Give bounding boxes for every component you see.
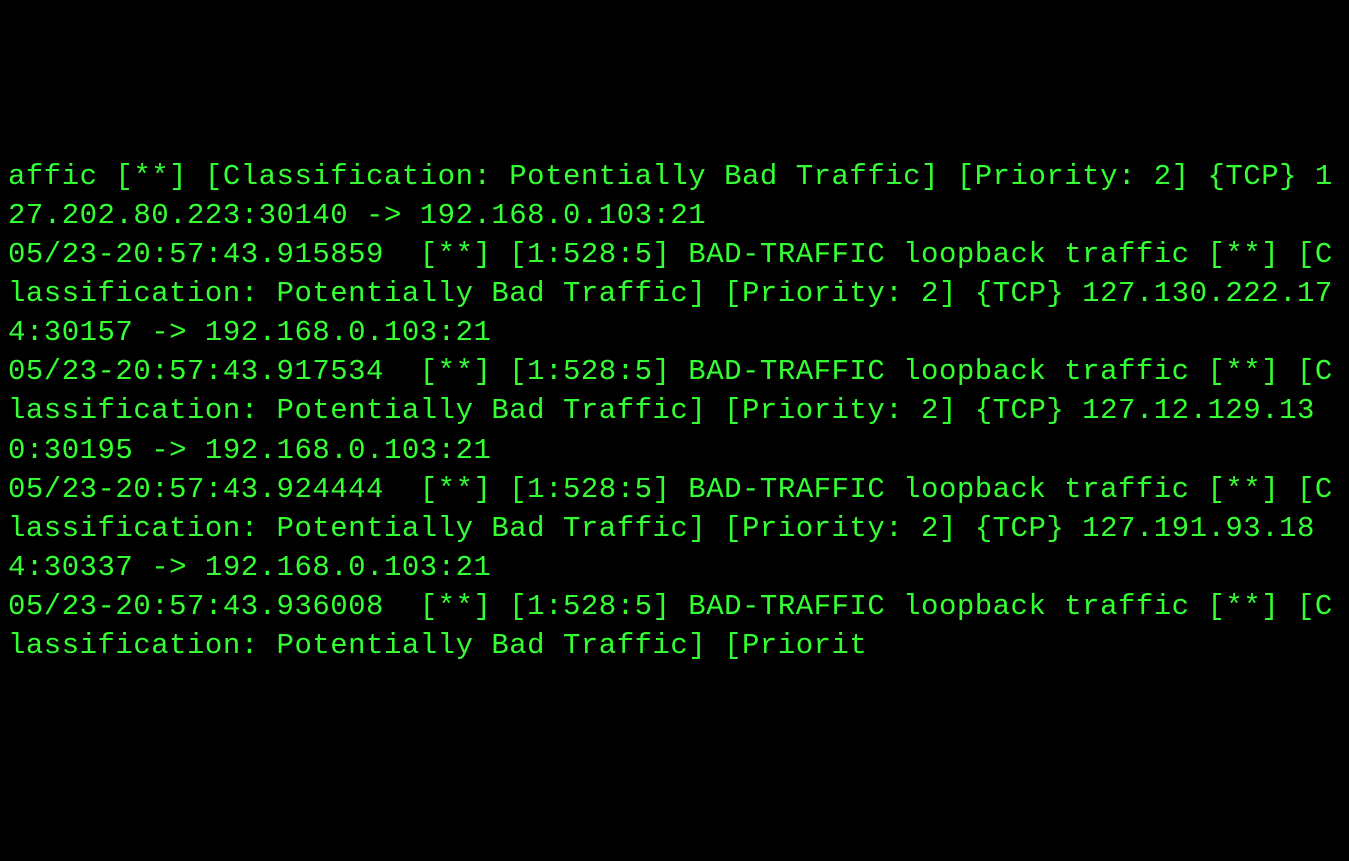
- alert-line: 05/23-20:57:43.924444 [**] [1:528:5] BAD…: [8, 473, 1333, 584]
- alert-line-partial-start: affic [**] [Classification: Potentially …: [8, 160, 1333, 232]
- alert-line: 05/23-20:57:43.917534 [**] [1:528:5] BAD…: [8, 355, 1333, 466]
- alert-line: 05/23-20:57:43.915859 [**] [1:528:5] BAD…: [8, 238, 1333, 349]
- terminal-output: affic [**] [Classification: Potentially …: [0, 157, 1349, 666]
- alert-line-partial-end: 05/23-20:57:43.936008 [**] [1:528:5] BAD…: [8, 590, 1333, 662]
